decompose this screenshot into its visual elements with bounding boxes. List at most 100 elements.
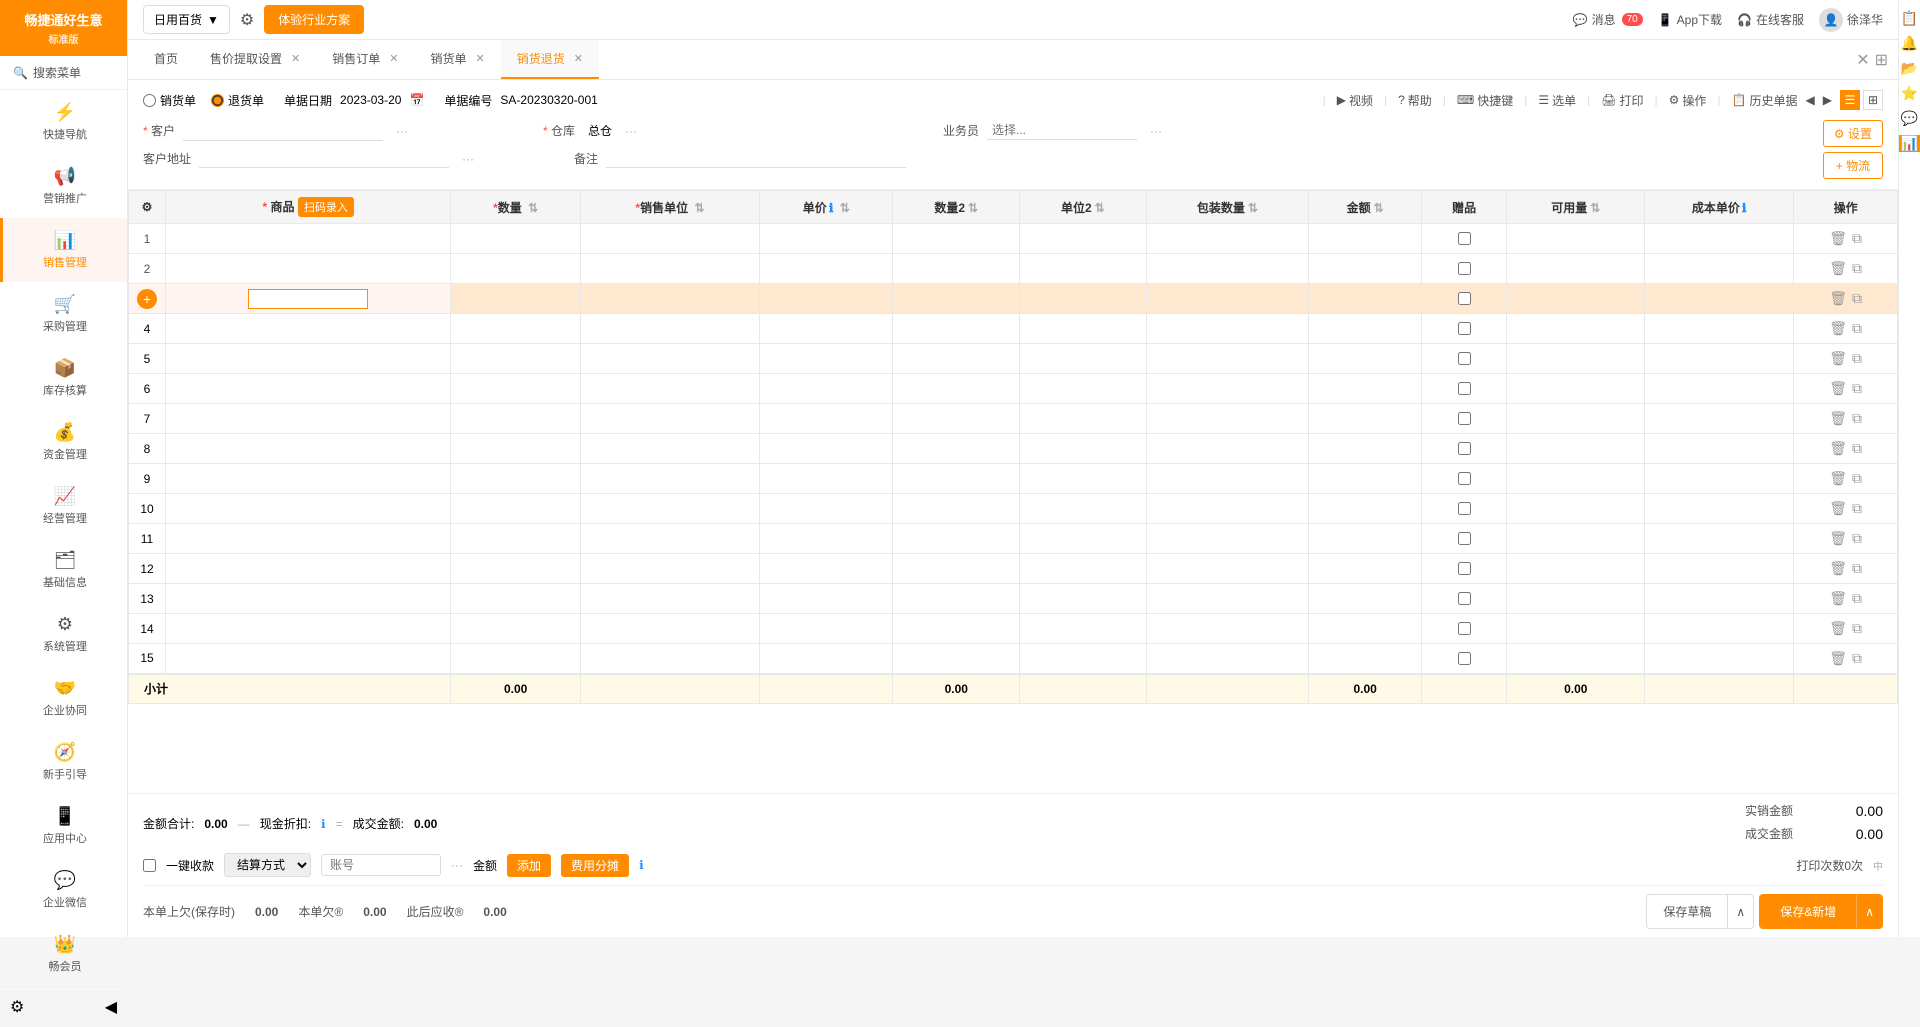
product-cell[interactable] [166,254,451,284]
price-cell[interactable] [760,224,893,254]
salesperson-dots[interactable]: ··· [1150,124,1162,138]
qty2-cell[interactable] [893,254,1020,284]
search-menu[interactable]: 🔍 搜索菜单 [0,56,127,90]
unit-cell[interactable] [580,224,759,254]
discount-info-icon[interactable]: ℹ [321,817,326,831]
sidebar-item-newbie[interactable]: 🧭 新手引导 [0,730,127,794]
gift-checkbox[interactable] [1458,562,1471,575]
gift-checkbox[interactable] [1458,652,1471,665]
copy-icon[interactable]: ⧉ [1852,620,1862,637]
unit2-cell[interactable] [1020,224,1147,254]
sort-icon[interactable]: ⇅ [840,201,850,215]
add-button[interactable]: 添加 [507,854,551,877]
product-input[interactable] [248,289,368,309]
delete-icon[interactable]: 🗑 [1829,410,1847,427]
gift-cell[interactable] [1421,224,1506,254]
one-click-payment-checkbox[interactable] [143,859,156,872]
cost-cell[interactable] [1645,284,1794,314]
delete-icon[interactable]: 🗑 [1829,320,1847,337]
tab-sales-out[interactable]: 销货单 ✕ [414,40,500,79]
gift-checkbox[interactable] [1458,292,1471,305]
radio-sales-input[interactable] [143,94,156,107]
quantity-cell[interactable] [451,284,580,314]
sort-icon[interactable]: ⇅ [1374,201,1384,215]
rq-icon-5[interactable]: 💬 [1901,110,1918,127]
close-icon[interactable]: ✕ [389,52,398,65]
copy-icon[interactable]: ⧉ [1852,650,1862,667]
sort-icon[interactable]: ⇅ [968,201,978,215]
settings-gear-icon[interactable]: ⚙ [240,10,254,30]
copy-icon[interactable]: ⧉ [1852,290,1862,307]
amount-cell[interactable] [1309,254,1422,284]
app-download-item[interactable]: 📱 App下载 [1658,11,1722,28]
sidebar-item-inventory[interactable]: 📦 库存核算 [0,346,127,410]
sidebar-item-finance[interactable]: 💰 资金管理 [0,410,127,474]
delete-icon[interactable]: 🗑 [1829,290,1847,307]
sort-icon[interactable]: ⇅ [694,201,704,215]
gift-checkbox[interactable] [1458,442,1471,455]
rq-icon-4[interactable]: ⭐ [1901,85,1918,102]
copy-icon[interactable]: ⧉ [1852,590,1862,607]
sidebar-item-basic[interactable]: 🗂 基础信息 [0,538,127,602]
grid-view-icon[interactable]: ⊞ [1863,90,1883,110]
salesperson-input[interactable] [987,121,1137,140]
sidebar-item-purchase[interactable]: 🛒 采购管理 [0,282,127,346]
close-all-icon[interactable]: ✕ [1856,50,1869,70]
unit-cell[interactable] [580,254,759,284]
save-draft-dropdown[interactable]: ∧ [1727,895,1753,928]
select-btn[interactable]: ☰ 选单 [1538,92,1576,109]
print-btn[interactable]: 🖨 打印 [1601,92,1643,109]
tab-price-set[interactable]: 售价提取设置 ✕ [194,40,316,79]
sort-icon[interactable]: ⇅ [1248,201,1258,215]
pack-cell[interactable] [1146,284,1309,314]
price-cell[interactable] [760,254,893,284]
rq-icon-1[interactable]: 📋 [1901,10,1918,27]
history-btn[interactable]: 📋 历史单据 [1732,92,1798,109]
settlement-select[interactable]: 结算方式 [224,853,311,877]
available-cell[interactable] [1507,254,1645,284]
pack-cell[interactable] [1146,254,1309,284]
industry-dropdown[interactable]: 日用百货 ▼ [143,5,230,34]
delete-icon[interactable]: 🗑 [1829,560,1847,577]
delete-icon[interactable]: 🗑 [1829,530,1847,547]
sort-icon[interactable]: ⇅ [1095,201,1105,215]
cost-cell[interactable] [1645,224,1794,254]
info-icon[interactable]: ℹ [829,201,834,215]
copy-icon[interactable]: ⧉ [1852,500,1862,517]
pack-cell[interactable] [1146,224,1309,254]
sidebar-item-operation[interactable]: 📈 经营管理 [0,474,127,538]
save-draft-button[interactable]: 保存草稿 [1647,895,1727,928]
tab-sales-return[interactable]: 销货退货 ✕ [501,40,599,79]
delete-icon[interactable]: 🗑 [1829,380,1847,397]
sidebar-item-quick-nav[interactable]: ⚡ 快捷导航 [0,90,127,154]
copy-icon[interactable]: ⧉ [1852,410,1862,427]
available-cell[interactable] [1507,284,1645,314]
gift-checkbox[interactable] [1458,502,1471,515]
copy-icon[interactable]: ⧉ [1852,260,1862,277]
sidebar-item-member[interactable]: 👑 畅会员 [0,922,127,986]
fee-split-button[interactable]: 费用分摊 [561,854,629,877]
rq-icon-6[interactable]: 📊 [1899,135,1920,152]
unit-cell[interactable] [580,284,759,314]
tab-sales-order[interactable]: 销售订单 ✕ [316,40,414,79]
delete-icon[interactable]: 🗑 [1829,620,1847,637]
gift-checkbox[interactable] [1458,622,1471,635]
product-cell[interactable] [166,224,451,254]
delete-icon[interactable]: 🗑 [1829,590,1847,607]
fee-info-icon[interactable]: ℹ [639,858,644,872]
delete-icon[interactable]: 🗑 [1829,350,1847,367]
unit2-cell[interactable] [1020,254,1147,284]
next-icon[interactable]: ▶ [1823,93,1832,107]
copy-icon[interactable]: ⧉ [1852,320,1862,337]
customer-dots[interactable]: ··· [396,124,408,138]
copy-icon[interactable]: ⧉ [1852,230,1862,247]
save-new-dropdown[interactable]: ∧ [1856,895,1882,928]
radio-return-input[interactable] [211,94,224,107]
delete-icon[interactable]: 🗑 [1829,260,1847,277]
service-item[interactable]: 🎧 在线客服 [1737,11,1804,28]
calendar-icon[interactable]: 📅 [409,93,424,107]
settings-icon[interactable]: ⚙ [10,997,24,1017]
sidebar-item-weixin[interactable]: 💬 企业微信 [0,858,127,922]
gift-checkbox[interactable] [1458,592,1471,605]
notice-item[interactable]: 💬 消息 70 [1573,11,1643,28]
